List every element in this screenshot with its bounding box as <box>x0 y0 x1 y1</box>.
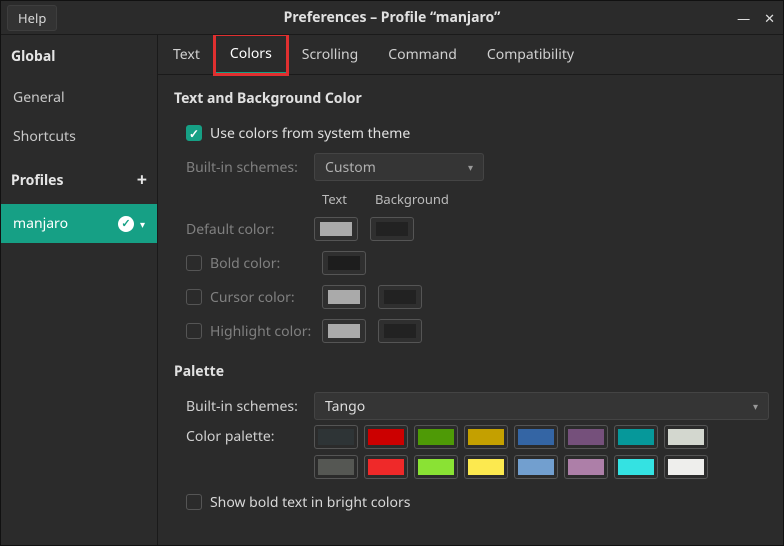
tab-text[interactable]: Text <box>158 35 215 74</box>
builtin-schemes-value: Custom <box>325 158 376 177</box>
tab-command[interactable]: Command <box>373 35 472 74</box>
default-color-label: Default color: <box>186 220 314 239</box>
sidebar-heading-profiles: Profiles + <box>1 156 157 204</box>
palette-color[interactable] <box>614 455 658 479</box>
palette-color[interactable] <box>314 455 358 479</box>
bold-color[interactable] <box>322 251 366 275</box>
palette-color[interactable] <box>514 425 558 449</box>
palette-color[interactable] <box>564 455 608 479</box>
chevron-down-icon: ▾ <box>468 160 473 174</box>
palette-color[interactable] <box>514 455 558 479</box>
palette-color[interactable] <box>414 455 458 479</box>
highlight-text-color[interactable] <box>322 319 366 343</box>
sidebar-item-profile-manjaro[interactable]: manjaro ✓ ▾ <box>1 204 157 243</box>
palette-color[interactable] <box>464 425 508 449</box>
highlight-color-label: Highlight color: <box>210 322 322 341</box>
use-system-theme-row[interactable]: ✓ Use colors from system theme <box>186 116 769 150</box>
palette-color[interactable] <box>614 425 658 449</box>
titlebar: Help Preferences – Profile “manjaro” — ✕ <box>1 1 783 35</box>
palette-color[interactable] <box>564 425 608 449</box>
colors-pane: Text and Background Color ✓ Use colors f… <box>158 75 783 525</box>
palette-color[interactable] <box>664 425 708 449</box>
palette-color[interactable] <box>414 425 458 449</box>
minimize-icon[interactable]: — <box>737 9 750 27</box>
color-palette-label: Color palette: <box>186 423 314 446</box>
tabs: Text Colors Scrolling Command Compatibil… <box>158 35 783 75</box>
help-button[interactable]: Help <box>7 5 57 31</box>
chevron-down-icon: ▾ <box>753 399 758 413</box>
checkbox-bold-color[interactable] <box>186 255 202 271</box>
section-title-text-bg: Text and Background Color <box>174 89 769 108</box>
show-bold-bright-row[interactable]: Show bold text in bright colors <box>186 485 769 519</box>
bold-color-label: Bold color: <box>210 254 322 273</box>
cursor-color-label: Cursor color: <box>210 288 322 307</box>
profiles-heading-label: Profiles <box>11 171 64 190</box>
palette-color[interactable] <box>364 425 408 449</box>
cursor-bg-color[interactable] <box>378 285 422 309</box>
builtin-schemes-select[interactable]: Custom ▾ <box>314 153 484 181</box>
section-title-palette: Palette <box>174 362 769 381</box>
checkbox-show-bold-bright[interactable] <box>186 494 202 510</box>
palette-color[interactable] <box>314 425 358 449</box>
default-text-color[interactable] <box>314 217 358 241</box>
palette-builtin-value: Tango <box>325 397 365 416</box>
palette-grid <box>314 425 708 479</box>
palette-color[interactable] <box>364 455 408 479</box>
preferences-window: Help Preferences – Profile “manjaro” — ✕… <box>0 0 784 546</box>
sidebar-item-general[interactable]: General <box>1 78 157 117</box>
palette-color[interactable] <box>464 455 508 479</box>
chevron-down-icon[interactable]: ▾ <box>140 217 145 231</box>
checkbox-use-system-theme[interactable]: ✓ <box>186 125 202 141</box>
checkbox-highlight-color[interactable] <box>186 323 202 339</box>
sidebar: Global General Shortcuts Profiles + manj… <box>1 35 158 545</box>
palette-builtin-select[interactable]: Tango ▾ <box>314 392 769 420</box>
show-bold-bright-label: Show bold text in bright colors <box>210 493 411 512</box>
builtin-schemes-label: Built-in schemes: <box>186 158 314 177</box>
window-title: Preferences – Profile “manjaro” <box>1 8 783 27</box>
sidebar-item-shortcuts[interactable]: Shortcuts <box>1 117 157 156</box>
add-profile-icon[interactable]: + <box>137 168 147 192</box>
window-controls: — ✕ <box>737 9 775 27</box>
content: Text Colors Scrolling Command Compatibil… <box>158 35 783 545</box>
tab-compatibility[interactable]: Compatibility <box>472 35 589 74</box>
close-icon[interactable]: ✕ <box>764 9 775 27</box>
check-icon: ✓ <box>118 216 134 232</box>
cursor-text-color[interactable] <box>322 285 366 309</box>
checkbox-cursor-color[interactable] <box>186 289 202 305</box>
highlight-bg-color[interactable] <box>378 319 422 343</box>
palette-color[interactable] <box>664 455 708 479</box>
palette-builtin-label: Built-in schemes: <box>186 397 314 416</box>
default-bg-color[interactable] <box>370 217 414 241</box>
header-background: Background <box>375 190 449 208</box>
use-system-theme-label: Use colors from system theme <box>210 124 410 143</box>
tab-scrolling[interactable]: Scrolling <box>287 35 373 74</box>
header-text: Text <box>322 190 347 208</box>
color-column-headers: Text Background <box>314 190 769 208</box>
sidebar-item-label: manjaro <box>13 214 68 233</box>
sidebar-heading-global: Global <box>1 35 157 78</box>
tab-colors[interactable]: Colors <box>215 35 287 74</box>
